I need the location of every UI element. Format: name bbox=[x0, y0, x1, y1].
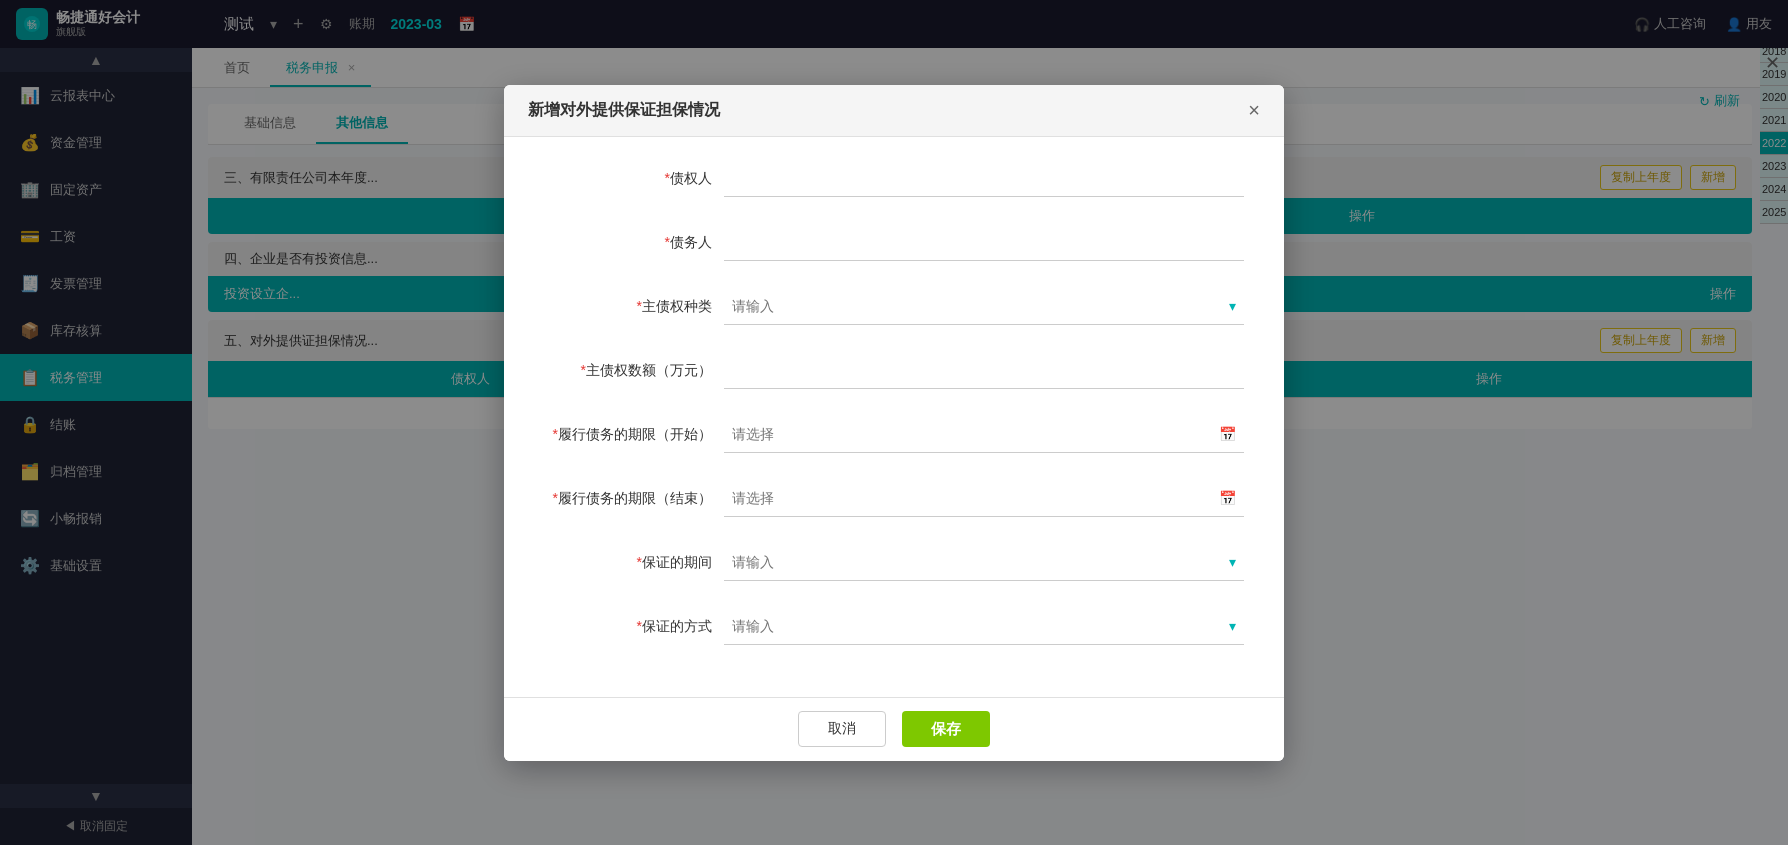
modal-body: *债权人 *债务人 *主债权种类 ▾ bbox=[504, 137, 1284, 697]
period-end-label: *履行债务的期限（结束） bbox=[544, 490, 724, 508]
guarantee-period-select-wrap: ▾ bbox=[724, 545, 1244, 581]
claim-type-select-wrap: ▾ bbox=[724, 289, 1244, 325]
creditor-input[interactable] bbox=[724, 161, 1244, 197]
guarantee-method-dropdown-icon[interactable]: ▾ bbox=[1229, 618, 1244, 634]
form-row-claim-type: *主债权种类 ▾ bbox=[544, 289, 1244, 325]
guarantee-method-label: *保证的方式 bbox=[544, 618, 724, 636]
claim-type-input[interactable] bbox=[724, 289, 1229, 324]
period-start-label: *履行债务的期限（开始） bbox=[544, 426, 724, 444]
modal-title: 新增对外提供保证担保情况 bbox=[528, 100, 720, 121]
creditor-label: *债权人 bbox=[544, 170, 724, 188]
form-row-period-start: *履行债务的期限（开始） 📅 bbox=[544, 417, 1244, 453]
guarantee-period-label: *保证的期间 bbox=[544, 554, 724, 572]
claim-amount-input[interactable] bbox=[724, 353, 1244, 389]
period-end-calendar-icon[interactable]: 📅 bbox=[1219, 490, 1244, 506]
claim-type-dropdown-icon[interactable]: ▾ bbox=[1229, 298, 1244, 314]
period-end-input[interactable] bbox=[724, 481, 1219, 516]
modal-header: 新增对外提供保证担保情况 × bbox=[504, 85, 1284, 137]
guarantee-method-select-wrap: ▾ bbox=[724, 609, 1244, 645]
debtor-input[interactable] bbox=[724, 225, 1244, 261]
guarantee-period-input[interactable] bbox=[724, 545, 1229, 580]
debtor-label: *债务人 bbox=[544, 234, 724, 252]
claim-type-label: *主债权种类 bbox=[544, 298, 724, 316]
form-row-creditor: *债权人 bbox=[544, 161, 1244, 197]
modal-footer: 取消 保存 bbox=[504, 697, 1284, 761]
form-row-debtor: *债务人 bbox=[544, 225, 1244, 261]
cancel-button[interactable]: 取消 bbox=[798, 711, 886, 747]
save-button[interactable]: 保存 bbox=[902, 711, 990, 747]
modal-dialog: 新增对外提供保证担保情况 × *债权人 *债务人 *主债权种类 bbox=[504, 85, 1284, 761]
modal-overlay: 新增对外提供保证担保情况 × *债权人 *债务人 *主债权种类 bbox=[0, 0, 1788, 845]
form-row-guarantee-period: *保证的期间 ▾ bbox=[544, 545, 1244, 581]
period-start-input[interactable] bbox=[724, 417, 1219, 452]
form-row-claim-amount: *主债权数额（万元） bbox=[544, 353, 1244, 389]
guarantee-period-dropdown-icon[interactable]: ▾ bbox=[1229, 554, 1244, 570]
guarantee-method-input[interactable] bbox=[724, 609, 1229, 644]
period-end-date-wrap: 📅 bbox=[724, 481, 1244, 517]
period-start-date-wrap: 📅 bbox=[724, 417, 1244, 453]
claim-amount-label: *主债权数额（万元） bbox=[544, 362, 724, 380]
form-row-guarantee-method: *保证的方式 ▾ bbox=[544, 609, 1244, 645]
form-row-period-end: *履行债务的期限（结束） 📅 bbox=[544, 481, 1244, 517]
period-start-calendar-icon[interactable]: 📅 bbox=[1219, 426, 1244, 442]
modal-close-button[interactable]: × bbox=[1248, 100, 1260, 120]
